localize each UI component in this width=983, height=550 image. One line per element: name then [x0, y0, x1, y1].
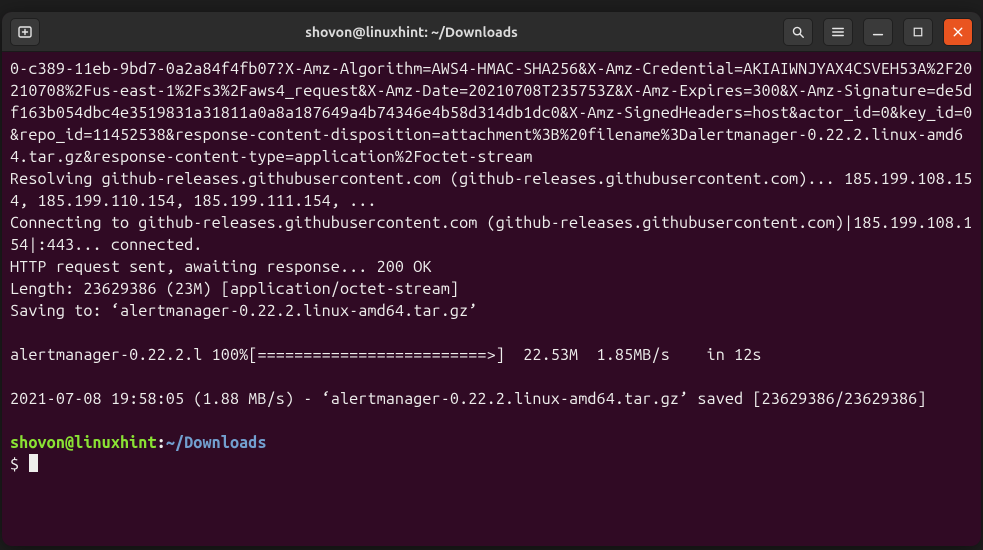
prompt-path: ~/Downloads: [166, 434, 267, 452]
prompt-colon: :: [157, 434, 166, 452]
window-title: shovon@linuxhint: ~/Downloads: [305, 24, 518, 40]
prompt-user: shovon@linuxhint: [10, 434, 157, 452]
output-saving-to: Saving to: ‘alertmanager-0.22.2.linux-am…: [10, 302, 477, 320]
cursor: [29, 454, 38, 472]
minimize-button[interactable]: [863, 18, 893, 46]
titlebar-left: [10, 18, 40, 46]
output-http-response: HTTP request sent, awaiting response... …: [10, 258, 432, 276]
output-connecting: Connecting to github-releases.githubuser…: [10, 214, 972, 254]
close-button[interactable]: [943, 18, 973, 46]
output-resolving: Resolving github-releases.githubusercont…: [10, 170, 972, 210]
output-finished: 2021-07-08 19:58:05 (1.88 MB/s) - ‘alert…: [10, 390, 927, 408]
maximize-button[interactable]: [903, 18, 933, 46]
menu-button[interactable]: [823, 18, 853, 46]
terminal-window: shovon@linuxhint: ~/Downloads 0-c389-11e…: [2, 12, 981, 546]
output-progress: alertmanager-0.22.2.l 100%[=============…: [10, 346, 762, 364]
titlebar-right: [783, 18, 973, 46]
new-tab-button[interactable]: [10, 18, 40, 46]
titlebar: shovon@linuxhint: ~/Downloads: [2, 12, 981, 52]
terminal-output[interactable]: 0-c389-11eb-9bd7-0a2a84f4fb07?X-Amz-Algo…: [2, 52, 981, 546]
output-length: Length: 23629386 (23M) [application/octe…: [10, 280, 459, 298]
output-url-fragment: 0-c389-11eb-9bd7-0a2a84f4fb07?X-Amz-Algo…: [10, 60, 972, 166]
prompt-dollar: $: [10, 456, 28, 474]
search-button[interactable]: [783, 18, 813, 46]
